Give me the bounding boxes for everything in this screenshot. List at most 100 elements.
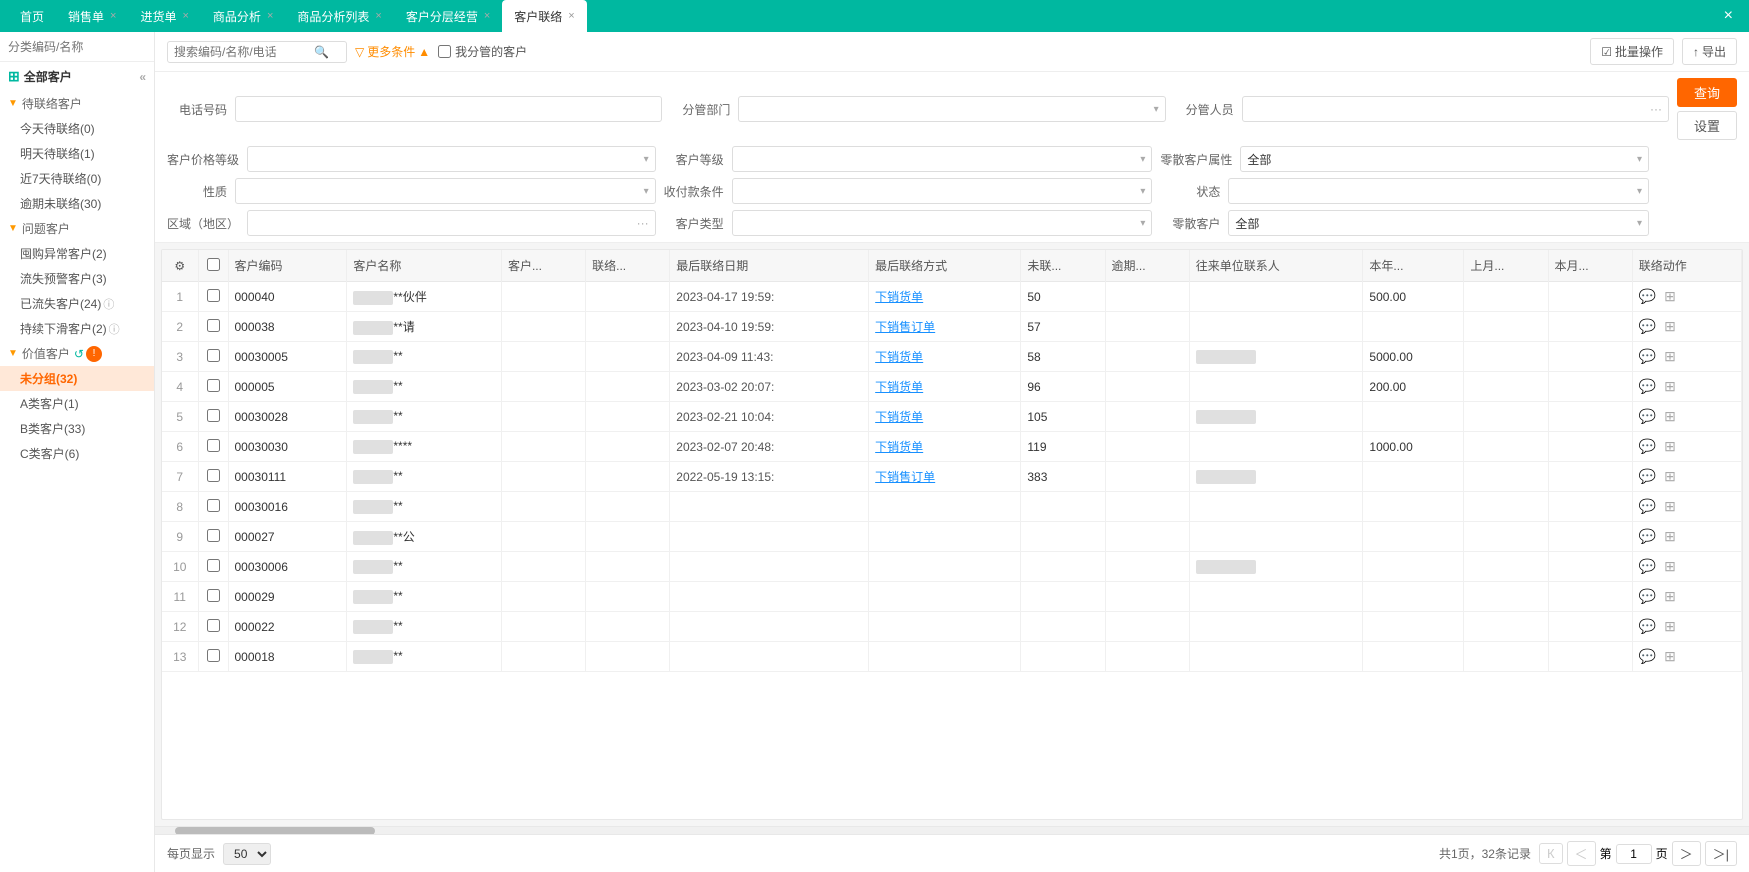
search-input[interactable] [174,45,314,59]
chat-icon[interactable]: 💬 [1639,618,1656,635]
sidebar-collapse-icon[interactable]: « [139,70,146,84]
qr-icon[interactable]: ⊞ [1664,468,1676,485]
tab-sales[interactable]: 销售单 × [56,0,128,32]
dept-select[interactable]: ▾ [738,96,1165,122]
sidebar-item-ungrouped[interactable]: 未分组(32) [0,366,154,391]
sidebar-item-class-a[interactable]: A类客户(1) [0,391,154,416]
col-last-month[interactable]: 上月... [1464,250,1548,282]
chat-icon[interactable]: 💬 [1639,558,1656,575]
row-last-method[interactable] [869,492,1021,522]
row-last-method[interactable] [869,582,1021,612]
export-button[interactable]: ↑ 导出 [1682,38,1737,65]
col-liaison[interactable]: 往来单位联系人 [1189,250,1363,282]
sidebar-search-input[interactable] [8,40,155,54]
col-last-date[interactable]: 最后联络日期 [670,250,869,282]
col-settings[interactable]: ⚙ [162,250,198,282]
tab-goods-analysis[interactable]: 商品分析 × [201,0,285,32]
row-last-method[interactable] [869,642,1021,672]
customer-type-select[interactable]: ▾ [732,210,1153,236]
col-code[interactable]: 客户编码 [228,250,347,282]
chat-icon[interactable]: 💬 [1639,588,1656,605]
col-check[interactable] [198,250,228,282]
price-level-select[interactable]: ▾ [247,146,656,172]
row-last-method[interactable]: 下销货单 [869,372,1021,402]
row-check[interactable] [198,432,228,462]
my-customers-checkbox[interactable] [438,45,451,58]
close-goods-analysis-list-tab[interactable]: × [375,10,381,22]
sidebar-item-class-c[interactable]: C类客户(6) [0,441,154,466]
reset-button[interactable]: 设置 [1677,111,1737,140]
group-value-customers[interactable]: ▼ 价值客户 ↺ ! [0,341,154,366]
status-select[interactable]: ▾ [1228,178,1649,204]
close-all-tabs[interactable]: × [1716,7,1741,25]
search-box[interactable]: 🔍 [167,41,347,63]
sidebar-item-tomorrow-pending[interactable]: 明天待联络(1) [0,141,154,166]
close-customer-contact-tab[interactable]: × [568,10,574,22]
col-this-month[interactable]: 本月... [1548,250,1632,282]
qr-icon[interactable]: ⊞ [1664,528,1676,545]
col-uncontacted[interactable]: 未联... [1021,250,1105,282]
chat-icon[interactable]: 💬 [1639,408,1656,425]
chat-icon[interactable]: 💬 [1639,648,1656,665]
row-last-method[interactable]: 下销货单 [869,342,1021,372]
col-type[interactable]: 客户... [501,250,585,282]
qr-icon[interactable]: ⊞ [1664,498,1676,515]
row-last-method[interactable] [869,552,1021,582]
row-check[interactable] [198,372,228,402]
row-last-method[interactable]: 下销货单 [869,282,1021,312]
sidebar-item-today-pending[interactable]: 今天待联络(0) [0,116,154,141]
batch-ops-button[interactable]: ☑ 批量操作 [1590,38,1674,65]
tab-customer-contact[interactable]: 客户联络 × [502,0,586,32]
chat-icon[interactable]: 💬 [1639,288,1656,305]
qr-icon[interactable]: ⊞ [1664,618,1676,635]
col-last-method[interactable]: 最后联络方式 [869,250,1021,282]
more-conditions-btn[interactable]: ▽ 更多条件 ▲ [355,43,430,60]
close-customer-tier-tab[interactable]: × [484,10,490,22]
qr-icon[interactable]: ⊞ [1664,378,1676,395]
col-action[interactable]: 联络动作 [1632,250,1741,282]
group-problem-customers[interactable]: ▼ 问题客户 [0,216,154,241]
close-purchase-tab[interactable]: × [182,10,188,22]
first-page-btn[interactable]: К [1539,843,1563,864]
sidebar-item-overdue-pending[interactable]: 逾期未联络(30) [0,191,154,216]
row-check[interactable] [198,342,228,372]
sidebar-item-7day-pending[interactable]: 近7天待联络(0) [0,166,154,191]
chat-icon[interactable]: 💬 [1639,468,1656,485]
qr-icon[interactable]: ⊞ [1664,438,1676,455]
chat-icon[interactable]: 💬 [1639,528,1656,545]
all-customers-header[interactable]: ⊞ 全部客户 « [0,62,154,91]
tab-goods-analysis-list[interactable]: 商品分析列表 × [285,0,393,32]
tab-customer-tier[interactable]: 客户分层经营 × [394,0,502,32]
chat-icon[interactable]: 💬 [1639,438,1656,455]
query-button[interactable]: 查询 [1677,78,1737,107]
row-check[interactable] [198,282,228,312]
sidebar-item-abnormal-purchase[interactable]: 囤购异常客户(2) [0,241,154,266]
my-customers-checkbox-label[interactable]: 我分管的客户 [438,43,527,60]
qr-icon[interactable]: ⊞ [1664,408,1676,425]
qr-icon[interactable]: ⊞ [1664,318,1676,335]
sidebar-item-churn-warning[interactable]: 流失预警客户(3) [0,266,154,291]
chat-icon[interactable]: 💬 [1639,498,1656,515]
close-sales-tab[interactable]: × [110,10,116,22]
chat-icon[interactable]: 💬 [1639,318,1656,335]
next-page-btn[interactable]: ＞ [1672,841,1701,866]
last-page-btn[interactable]: ＞| [1705,841,1737,866]
page-input[interactable] [1616,844,1652,864]
sidebar-item-declining[interactable]: 持续下滑客户(2) ⓘ [0,316,154,341]
select-all-checkbox[interactable] [207,258,220,271]
qr-icon[interactable]: ⊞ [1664,648,1676,665]
tab-purchase[interactable]: 进货单 × [128,0,200,32]
refresh-icon[interactable]: ↺ [74,347,84,361]
col-contact[interactable]: 联络... [586,250,670,282]
horizontal-scrollbar[interactable] [155,826,1749,834]
payment-select[interactable]: ▾ [732,178,1153,204]
retail-attr-select[interactable]: 全部 ▾ [1240,146,1649,172]
tab-home[interactable]: 首页 [8,0,56,32]
group-pending-contact[interactable]: ▼ 待联络客户 [0,91,154,116]
phone-input[interactable] [235,96,662,122]
col-name[interactable]: 客户名称 [347,250,502,282]
chat-icon[interactable]: 💬 [1639,378,1656,395]
qr-icon[interactable]: ⊞ [1664,588,1676,605]
page-size-select[interactable]: 50 [223,843,271,865]
col-this-year[interactable]: 本年... [1363,250,1464,282]
